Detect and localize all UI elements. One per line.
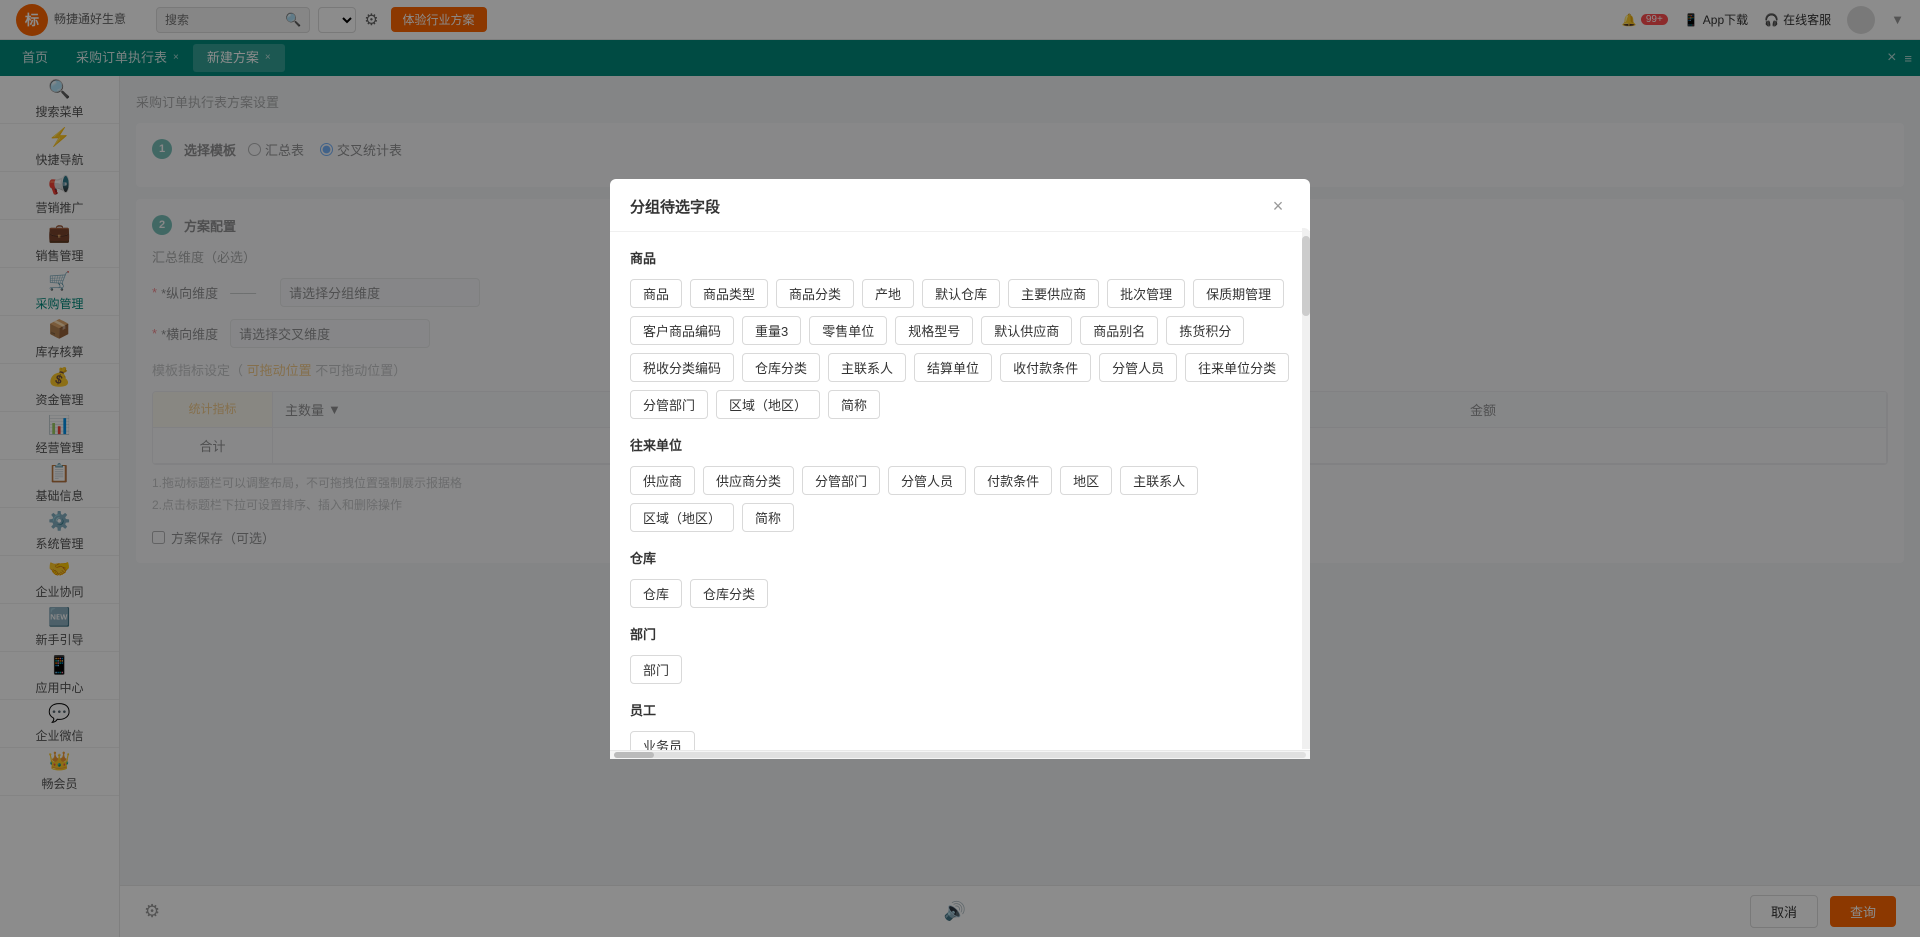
field-tag[interactable]: 默认供应商 bbox=[981, 316, 1072, 345]
section-title-商品: 商品 bbox=[630, 248, 1290, 267]
field-grid-员工: 业务员 bbox=[630, 731, 1290, 751]
field-tag[interactable]: 客户商品编码 bbox=[630, 316, 734, 345]
hscroll-track bbox=[614, 752, 1306, 758]
field-tag[interactable]: 供应商分类 bbox=[703, 466, 794, 495]
field-tag[interactable]: 商品 bbox=[630, 279, 682, 308]
field-tag[interactable]: 商品分类 bbox=[776, 279, 854, 308]
field-grid-仓库: 仓库仓库分类 bbox=[630, 579, 1290, 608]
modal-vscroll-track bbox=[1302, 228, 1310, 749]
field-tag[interactable]: 仓库 bbox=[630, 579, 682, 608]
field-tag[interactable]: 部门 bbox=[630, 655, 682, 684]
field-tag[interactable]: 结算单位 bbox=[914, 353, 992, 382]
field-tag[interactable]: 税收分类编码 bbox=[630, 353, 734, 382]
field-tag[interactable]: 主联系人 bbox=[828, 353, 906, 382]
field-tag[interactable]: 区域（地区） bbox=[716, 390, 820, 419]
field-tag[interactable]: 主要供应商 bbox=[1008, 279, 1099, 308]
modal-horizontal-scrollbar[interactable] bbox=[610, 750, 1310, 758]
section-title-仓库: 仓库 bbox=[630, 548, 1290, 567]
field-tag[interactable]: 供应商 bbox=[630, 466, 695, 495]
field-tag[interactable]: 保质期管理 bbox=[1193, 279, 1284, 308]
field-tag[interactable]: 拣货积分 bbox=[1166, 316, 1244, 345]
field-tag[interactable]: 往来单位分类 bbox=[1185, 353, 1289, 382]
field-selector-modal: 分组待选字段 × 商品商品商品类型商品分类产地默认仓库主要供应商批次管理保质期管… bbox=[610, 179, 1310, 759]
field-tag[interactable]: 主联系人 bbox=[1120, 466, 1198, 495]
modal-vscroll-thumb[interactable] bbox=[1302, 236, 1310, 316]
field-tag[interactable]: 简称 bbox=[828, 390, 880, 419]
field-tag[interactable]: 仓库分类 bbox=[690, 579, 768, 608]
field-tag[interactable]: 仓库分类 bbox=[742, 353, 820, 382]
field-grid-往来单位: 供应商供应商分类分管部门分管人员付款条件地区主联系人区域（地区） 简称 bbox=[630, 466, 1290, 532]
field-tag[interactable]: 分管人员 bbox=[1099, 353, 1177, 382]
field-tag[interactable]: 默认仓库 bbox=[922, 279, 1000, 308]
modal-title: 分组待选字段 bbox=[630, 196, 720, 217]
field-tag[interactable]: 商品类型 bbox=[690, 279, 768, 308]
field-grid-部门: 部门 bbox=[630, 655, 1290, 684]
hscroll-thumb[interactable] bbox=[614, 752, 654, 758]
field-tag[interactable]: 简称 bbox=[742, 503, 794, 532]
field-grid-商品: 商品商品类型商品分类产地默认仓库主要供应商批次管理保质期管理客户商品编码重量3 零… bbox=[630, 279, 1290, 419]
field-tag[interactable]: 规格型号 bbox=[895, 316, 973, 345]
field-tag[interactable]: 区域（地区） bbox=[630, 503, 734, 532]
field-tag[interactable]: 分管人员 bbox=[888, 466, 966, 495]
modal-close-button[interactable]: × bbox=[1266, 195, 1290, 219]
section-title-往来单位: 往来单位 bbox=[630, 435, 1290, 454]
field-tag[interactable]: 分管部门 bbox=[630, 390, 708, 419]
field-tag[interactable]: 收付款条件 bbox=[1000, 353, 1091, 382]
field-tag[interactable]: 零售单位 bbox=[809, 316, 887, 345]
field-tag[interactable]: 批次管理 bbox=[1107, 279, 1185, 308]
field-tag[interactable]: 分管部门 bbox=[802, 466, 880, 495]
modal-header: 分组待选字段 × bbox=[610, 179, 1310, 232]
field-tag[interactable]: 业务员 bbox=[630, 731, 695, 751]
section-title-员工: 员工 bbox=[630, 700, 1290, 719]
field-tag[interactable]: 商品别名 bbox=[1080, 316, 1158, 345]
modal-body: 商品商品商品类型商品分类产地默认仓库主要供应商批次管理保质期管理客户商品编码重量… bbox=[610, 232, 1310, 751]
field-tag[interactable]: 付款条件 bbox=[974, 466, 1052, 495]
field-tag[interactable]: 产地 bbox=[862, 279, 914, 308]
section-title-部门: 部门 bbox=[630, 624, 1290, 643]
modal-overlay: 分组待选字段 × 商品商品商品类型商品分类产地默认仓库主要供应商批次管理保质期管… bbox=[0, 0, 1920, 937]
field-tag[interactable]: 重量3 bbox=[742, 316, 801, 345]
field-tag[interactable]: 地区 bbox=[1060, 466, 1112, 495]
